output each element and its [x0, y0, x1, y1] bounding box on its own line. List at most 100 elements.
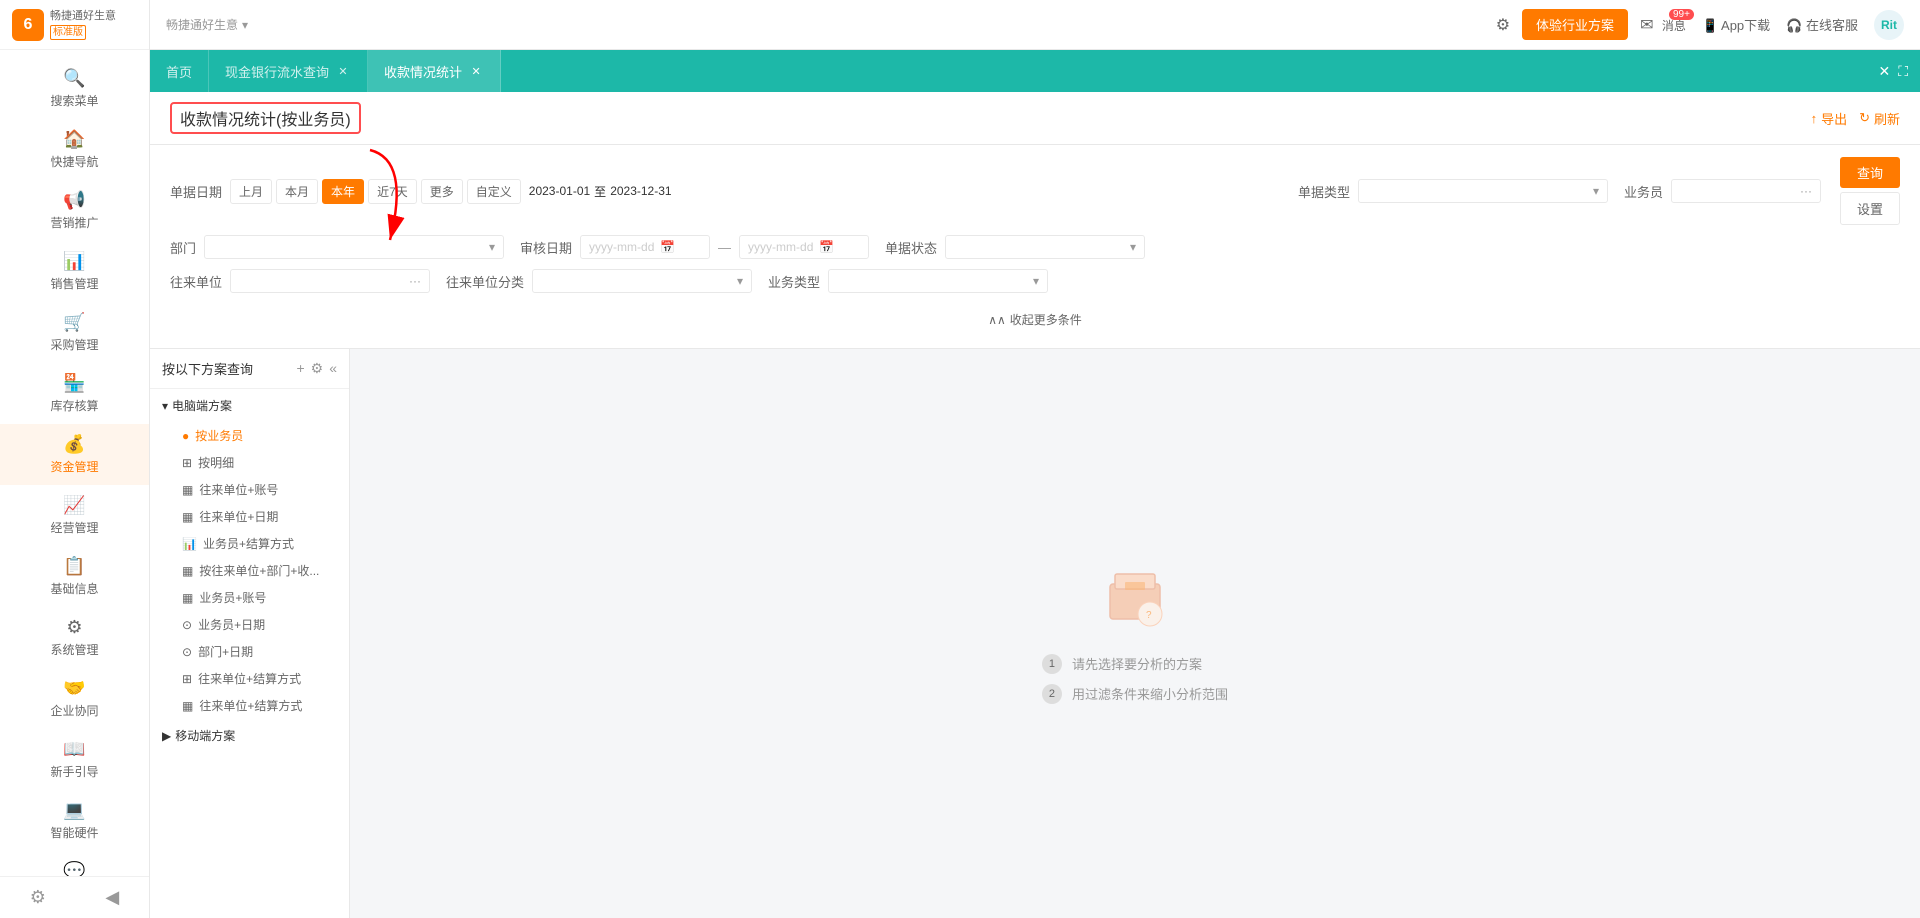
- sidebar-item-guide[interactable]: 📖 新手引导: [0, 729, 149, 790]
- sidebar-item-system[interactable]: ⚙ 系统管理: [0, 607, 149, 668]
- review-date-end[interactable]: yyyy-mm-dd 📅: [739, 235, 869, 259]
- partner-category-select[interactable]: ▾: [532, 269, 752, 293]
- filter-review-date-item: 审核日期 yyyy-mm-dd 📅 — yyyy-mm-dd 📅: [520, 235, 869, 259]
- salesperson-select[interactable]: ···: [1671, 179, 1821, 203]
- tab-fullscreen-icon[interactable]: ⛶: [1898, 63, 1908, 80]
- filter-bill-type-item: 单据类型 ▾: [1298, 179, 1608, 203]
- sidebar-item-purchase[interactable]: 🛒 采购管理: [0, 302, 149, 363]
- scheme-salesperson-date[interactable]: ⊙ 业务员+日期: [150, 611, 349, 638]
- date-btn-last-month[interactable]: 上月: [230, 179, 272, 204]
- business-type-select[interactable]: ▾: [828, 269, 1048, 293]
- scheme-partner-settlement2[interactable]: ▦ 往来单位+结算方式: [150, 692, 349, 719]
- query-button[interactable]: 查询: [1840, 157, 1900, 188]
- trial-btn[interactable]: 体验行业方案: [1522, 9, 1628, 40]
- logo-text: 畅捷通好生意 标准版: [50, 9, 116, 40]
- scheme-partner-date[interactable]: ▦ 往来单位+日期: [150, 503, 349, 530]
- content-empty-state: ? 1 请先选择要分析的方案 2 用过滤条件来缩小分析范围: [350, 349, 1920, 918]
- filter-panel: 单据日期 上月 本月 本年 近7天 更多 自定义 2023-01-01 至 20…: [150, 145, 1920, 349]
- date-range-display: 2023-01-01 至 2023-12-31: [529, 183, 672, 200]
- review-date-start[interactable]: yyyy-mm-dd 📅: [580, 235, 710, 259]
- enterprise-icon: 🤝: [63, 678, 85, 699]
- mobile-scheme-group-title[interactable]: ▶ 移动端方案: [150, 719, 349, 752]
- marketing-icon: 📢: [63, 190, 85, 211]
- finance-icon: 💰: [63, 434, 85, 455]
- settings-icon[interactable]: ⚙: [30, 887, 46, 908]
- user-avatar[interactable]: Rit: [1874, 10, 1904, 40]
- refresh-btn[interactable]: ↻ 刷新: [1859, 109, 1900, 128]
- scheme-partner-account[interactable]: ▦ 往来单位+账号: [150, 476, 349, 503]
- export-btn[interactable]: ↑ 导出: [1811, 109, 1848, 128]
- tab-collection[interactable]: 收款情况统计 ✕: [368, 50, 501, 92]
- right-content: ? 1 请先选择要分析的方案 2 用过滤条件来缩小分析范围: [350, 349, 1920, 918]
- scheme-partner-dept-collect[interactable]: ▦ 按往来单位+部门+收...: [150, 557, 349, 584]
- empty-steps: 1 请先选择要分析的方案 2 用过滤条件来缩小分析范围: [1042, 654, 1228, 714]
- quick-nav-icon: 🏠: [63, 129, 85, 150]
- bill-status-select[interactable]: ▾: [945, 235, 1145, 259]
- purchase-icon: 🛒: [63, 312, 85, 333]
- sidebar-item-basic[interactable]: 📋 基础信息: [0, 546, 149, 607]
- date-btn-this-month[interactable]: 本月: [276, 179, 318, 204]
- search-menu-icon: 🔍: [63, 68, 85, 89]
- sidebar-item-enterprise[interactable]: 🤝 企业协同: [0, 668, 149, 729]
- filter-bill-status-item: 单据状态 ▾: [885, 235, 1145, 259]
- messages-icon[interactable]: ✉ 99+ 消息: [1640, 15, 1686, 35]
- filter-row-3: 往来单位 ··· 往来单位分类 ▾ 业务类型: [170, 269, 1900, 293]
- settings-gear-icon[interactable]: ⚙: [1496, 15, 1510, 35]
- sidebar-item-search[interactable]: 🔍 搜索菜单: [0, 58, 149, 119]
- filter-partner-category-item: 往来单位分类 ▾: [446, 269, 752, 293]
- sidebar-item-wechat[interactable]: 💬 企业微信: [0, 851, 149, 876]
- tab-close-all-icon[interactable]: ✕: [1878, 63, 1890, 80]
- scheme-salesperson-account[interactable]: ▦ 业务员+账号: [150, 584, 349, 611]
- date-options-group: 上月 本月 本年 近7天 更多 自定义: [230, 179, 521, 204]
- tab-home[interactable]: 首页: [150, 50, 209, 92]
- scheme-salesperson-settlement[interactable]: 📊 业务员+结算方式: [150, 530, 349, 557]
- sidebar-item-sales[interactable]: 📊 销售管理: [0, 241, 149, 302]
- sales-icon: 📊: [63, 251, 85, 272]
- breadcrumb: 畅捷通好生意 ▾: [166, 16, 1484, 33]
- set-button[interactable]: 设置: [1840, 192, 1900, 225]
- mobile-scheme-group: ▶ 移动端方案: [150, 719, 349, 752]
- tab-collection-close[interactable]: ✕: [468, 63, 484, 79]
- sidebar-item-warehouse[interactable]: 🏪 库存核算: [0, 363, 149, 424]
- sidebar-item-hardware[interactable]: 💻 智能硬件: [0, 790, 149, 851]
- operation-icon: 📈: [63, 495, 85, 516]
- sidebar-footer: ⚙ ◀: [0, 876, 149, 918]
- scheme-dept-date[interactable]: ⊙ 部门+日期: [150, 638, 349, 665]
- page-title: 收款情况统计(按业务员): [170, 102, 361, 134]
- partner-select[interactable]: ···: [230, 269, 430, 293]
- left-panel-header: 按以下方案查询 + ⚙ «: [150, 349, 349, 389]
- scheme-partner-settlement1[interactable]: ⊞ 往来单位+结算方式: [150, 665, 349, 692]
- tab-bank-close[interactable]: ✕: [335, 63, 351, 79]
- warehouse-icon: 🏪: [63, 373, 85, 394]
- bill-type-select[interactable]: ▾: [1358, 179, 1608, 203]
- filter-dept-item: 部门 ▾: [170, 235, 504, 259]
- scheme-by-salesperson[interactable]: ● 按业务员: [150, 422, 349, 449]
- sidebar-item-quick-nav[interactable]: 🏠 快捷导航: [0, 119, 149, 180]
- tab-bank[interactable]: 现金银行流水查询 ✕: [209, 50, 368, 92]
- wechat-icon: 💬: [63, 861, 85, 876]
- system-icon: ⚙: [66, 617, 82, 638]
- body-area: 按以下方案查询 + ⚙ « ▾ 电脑端方案 ● 按业务员: [150, 349, 1920, 918]
- desktop-scheme-group: ▾ 电脑端方案 ● 按业务员 ⊞ 按明细 ▦ 往来单位+账号: [150, 389, 349, 719]
- dept-select[interactable]: ▾: [204, 235, 504, 259]
- scheme-by-detail[interactable]: ⊞ 按明细: [150, 449, 349, 476]
- left-panel-icons: + ⚙ «: [296, 360, 337, 377]
- desktop-scheme-group-title[interactable]: ▾ 电脑端方案: [150, 389, 349, 422]
- date-btn-more[interactable]: 更多: [421, 179, 463, 204]
- page-header: 收款情况统计(按业务员) ↑ 导出 ↻ 刷新: [150, 92, 1920, 145]
- scheme-settings-icon[interactable]: ⚙: [311, 360, 324, 377]
- date-btn-7days[interactable]: 近7天: [368, 179, 417, 204]
- date-btn-this-year[interactable]: 本年: [322, 179, 364, 204]
- main-area: 畅捷通好生意 ▾ ⚙ 体验行业方案 ✉ 99+ 消息 📱 App下载 🎧 在线客…: [150, 0, 1920, 918]
- online-service-link[interactable]: 🎧 在线客服: [1786, 15, 1858, 34]
- date-btn-custom[interactable]: 自定义: [467, 179, 521, 204]
- sidebar-item-finance[interactable]: 💰 资金管理: [0, 424, 149, 485]
- panel-collapse-icon[interactable]: «: [329, 360, 337, 377]
- collapse-filter-btn[interactable]: ∧∧ 收起更多条件: [170, 303, 1900, 336]
- collapse-sidebar-icon[interactable]: ◀: [105, 887, 119, 908]
- app-download-link[interactable]: 📱 App下载: [1702, 15, 1770, 34]
- sidebar-item-operation[interactable]: 📈 经营管理: [0, 485, 149, 546]
- filter-row-1: 单据日期 上月 本月 本年 近7天 更多 自定义 2023-01-01 至 20…: [170, 157, 1900, 225]
- sidebar-item-marketing[interactable]: 📢 营销推广: [0, 180, 149, 241]
- add-scheme-icon[interactable]: +: [296, 360, 304, 377]
